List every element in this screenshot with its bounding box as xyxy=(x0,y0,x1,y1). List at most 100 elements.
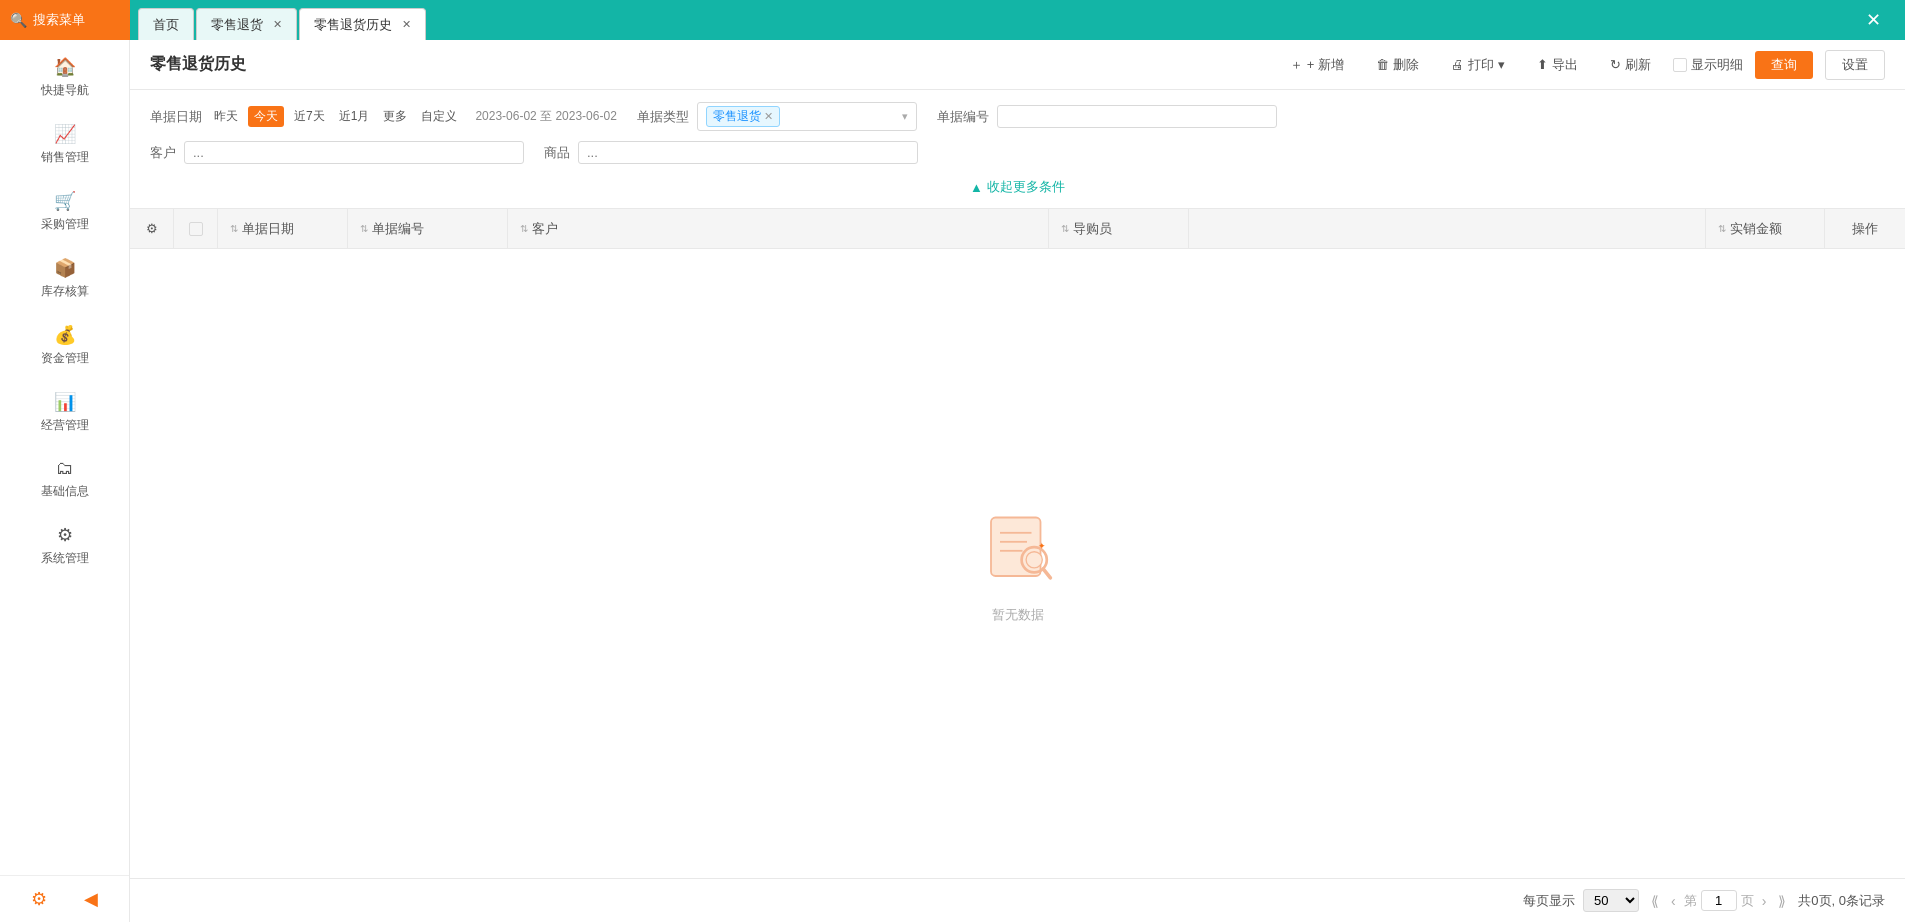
tab-list: 首页 零售退货 ✕ 零售退货历史 ✕ xyxy=(130,0,1858,40)
last-page-button[interactable]: ⟫ xyxy=(1774,891,1790,911)
goods-input[interactable] xyxy=(578,141,918,164)
next-page-button[interactable]: › xyxy=(1758,891,1771,911)
date-option-more[interactable]: 更多 xyxy=(379,106,411,127)
show-detail-checkbox[interactable] xyxy=(1673,58,1687,72)
th-date-label: 单据日期 xyxy=(242,220,294,238)
doc-type-filter: 单据类型 零售退货 ✕ ▾ xyxy=(637,102,917,131)
settings-icon: ⚙ xyxy=(146,221,158,236)
sidebar-item-sales-label: 销售管理 xyxy=(41,149,89,166)
search-bar[interactable]: 🔍 搜索菜单 xyxy=(0,0,130,40)
date-option-yesterday[interactable]: 昨天 xyxy=(210,106,242,127)
print-label: 打印 xyxy=(1468,56,1494,74)
empty-image: ✦ xyxy=(973,504,1063,594)
th-date[interactable]: ⇅ 单据日期 xyxy=(218,209,348,248)
basic-info-icon: 🗂 xyxy=(56,458,74,479)
date-range-display: 2023-06-02 至 2023-06-02 xyxy=(475,108,616,125)
sidebar-item-quick-nav[interactable]: 🏠 快捷导航 xyxy=(0,44,129,111)
sidebar-collapse-icon[interactable]: ◀ xyxy=(84,888,98,910)
sidebar-item-purchase[interactable]: 🛒 采购管理 xyxy=(0,178,129,245)
sidebar-item-finance-label: 资金管理 xyxy=(41,350,89,367)
page-nav: ⟪ ‹ 第 页 › ⟫ xyxy=(1647,890,1790,911)
show-detail-toggle[interactable]: 显示明细 xyxy=(1673,56,1743,74)
date-options: 昨天 今天 近7天 近1月 更多 自定义 xyxy=(210,106,461,127)
svg-text:✦: ✦ xyxy=(1037,541,1045,551)
quick-nav-icon: 🏠 xyxy=(54,56,76,78)
doc-type-tag: 零售退货 ✕ xyxy=(706,106,780,127)
show-detail-label: 显示明细 xyxy=(1691,56,1743,74)
window-close-button[interactable]: ✕ xyxy=(1858,10,1889,30)
th-customer-label: 客户 xyxy=(532,220,558,238)
tab-retail-return-history-close[interactable]: ✕ xyxy=(402,18,411,31)
date-option-today[interactable]: 今天 xyxy=(248,106,284,127)
export-button[interactable]: ⬆ 导出 xyxy=(1527,52,1588,78)
sidebar-item-sales[interactable]: 📈 销售管理 xyxy=(0,111,129,178)
goods-filter: 商品 xyxy=(544,141,918,164)
prev-page-button[interactable]: ‹ xyxy=(1667,891,1680,911)
sidebar-item-inventory[interactable]: 📦 库存核算 xyxy=(0,245,129,312)
tab-retail-return-label: 零售退货 xyxy=(211,16,263,34)
customer-input[interactable] xyxy=(184,141,524,164)
sidebar-item-basic-info-label: 基础信息 xyxy=(41,483,89,500)
th-settings[interactable]: ⚙ xyxy=(130,209,174,248)
svg-point-5 xyxy=(1026,551,1042,567)
doc-no-filter: 单据编号 xyxy=(937,105,1277,128)
th-date-sort-icon: ⇅ xyxy=(230,223,238,234)
th-amount-label: 实销金额 xyxy=(1730,220,1782,238)
tab-home-label: 首页 xyxy=(153,16,179,34)
tab-home[interactable]: 首页 xyxy=(138,8,194,40)
total-info: 共0页, 0条记录 xyxy=(1798,892,1885,910)
sidebar-item-system[interactable]: ⚙ 系统管理 xyxy=(0,512,129,579)
date-option-custom[interactable]: 自定义 xyxy=(417,106,461,127)
tab-retail-return-history[interactable]: 零售退货历史 ✕ xyxy=(299,8,426,40)
doc-type-select[interactable]: 零售退货 ✕ ▾ xyxy=(697,102,917,131)
th-action: 操作 xyxy=(1825,209,1905,248)
th-doc-no[interactable]: ⇅ 单据编号 xyxy=(348,209,508,248)
sales-icon: 📈 xyxy=(54,123,76,145)
tab-retail-return[interactable]: 零售退货 ✕ xyxy=(196,8,297,40)
filter-row-1: 单据日期 昨天 今天 近7天 近1月 更多 自定义 2023-06-02 至 2… xyxy=(150,102,1885,131)
customer-label: 客户 xyxy=(150,144,176,162)
doc-type-tag-close[interactable]: ✕ xyxy=(764,110,773,123)
sidebar-settings-icon[interactable]: ⚙ xyxy=(31,888,47,910)
top-bar-right: ✕ xyxy=(1858,9,1905,31)
sidebar-item-finance[interactable]: 💰 资金管理 xyxy=(0,312,129,379)
tab-retail-return-history-label: 零售退货历史 xyxy=(314,16,392,34)
settings-button[interactable]: 设置 xyxy=(1825,50,1885,80)
content-area: 零售退货历史 ＋ + 新增 🗑 删除 🖨 打印 ▾ ⬆ 导出 xyxy=(130,40,1905,922)
print-icon: 🖨 xyxy=(1451,57,1464,72)
page-size-select[interactable]: 20 50 100 xyxy=(1583,889,1639,912)
new-label: + 新增 xyxy=(1307,56,1344,74)
print-dropdown-icon: ▾ xyxy=(1498,57,1505,72)
th-amount-sort-icon: ⇅ xyxy=(1718,223,1726,234)
delete-icon: 🗑 xyxy=(1376,57,1389,72)
refresh-button[interactable]: ↻ 刷新 xyxy=(1600,52,1661,78)
doc-type-tag-value: 零售退货 xyxy=(713,108,761,125)
pagination: 每页显示 20 50 100 ⟪ ‹ 第 页 › ⟫ 共0页, 0条记录 xyxy=(130,878,1905,922)
empty-state: ✦ 暂无数据 xyxy=(130,249,1905,878)
date-option-1month[interactable]: 近1月 xyxy=(335,106,374,127)
th-guide[interactable]: ⇅ 导购员 xyxy=(1049,209,1189,248)
query-button[interactable]: 查询 xyxy=(1755,51,1813,79)
th-amount[interactable]: ⇅ 实销金额 xyxy=(1705,209,1825,248)
print-button[interactable]: 🖨 打印 ▾ xyxy=(1441,52,1515,78)
th-action-label: 操作 xyxy=(1852,220,1878,238)
th-checkbox[interactable] xyxy=(174,209,218,248)
delete-button[interactable]: 🗑 删除 xyxy=(1366,52,1429,78)
sidebar-item-operations[interactable]: 📊 经营管理 xyxy=(0,379,129,446)
collapse-button[interactable]: ▲ 收起更多条件 xyxy=(970,178,1065,196)
first-page-button[interactable]: ⟪ xyxy=(1647,891,1663,911)
th-customer[interactable]: ⇅ 客户 xyxy=(508,209,1049,248)
sidebar-item-basic-info[interactable]: 🗂 基础信息 xyxy=(0,446,129,512)
header-checkbox[interactable] xyxy=(189,222,203,236)
export-icon: ⬆ xyxy=(1537,57,1548,72)
system-icon: ⚙ xyxy=(57,524,73,546)
doc-no-input[interactable] xyxy=(997,105,1277,128)
sidebar-item-quick-nav-label: 快捷导航 xyxy=(41,82,89,99)
current-page-input[interactable] xyxy=(1701,890,1737,911)
tab-retail-return-close[interactable]: ✕ xyxy=(273,18,282,31)
new-button[interactable]: ＋ + 新增 xyxy=(1280,52,1354,78)
page-unit-label: 页 xyxy=(1741,892,1754,910)
export-label: 导出 xyxy=(1552,56,1578,74)
th-guide-label: 导购员 xyxy=(1073,220,1112,238)
date-option-7days[interactable]: 近7天 xyxy=(290,106,329,127)
